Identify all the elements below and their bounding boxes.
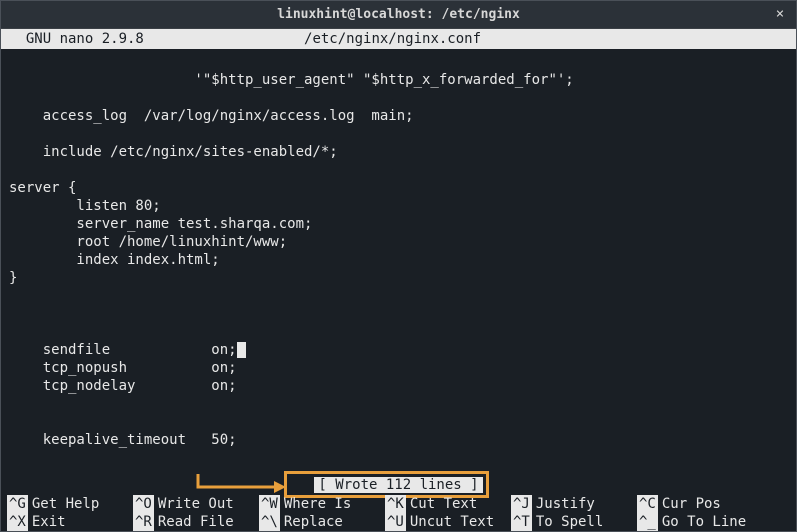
code-line: server_name test.sharqa.com; <box>9 216 312 232</box>
shortcut-key: ^_ <box>637 513 658 531</box>
shortcut-cur-pos[interactable]: ^CCur Pos <box>637 495 763 513</box>
shortcut-key: ^G <box>7 495 28 513</box>
shortcut-label: Where Is <box>284 495 351 513</box>
code-line: tcp_nodelay on; <box>9 378 237 394</box>
close-icon[interactable]: × <box>772 7 788 23</box>
shortcut-label: Replace <box>284 513 343 531</box>
code-line: '"$http_user_agent" "$http_x_forwarded_f… <box>9 72 574 88</box>
shortcut-key: ^R <box>133 513 154 531</box>
shortcut-key: ^C <box>637 495 658 513</box>
shortcut-key: ^O <box>133 495 154 513</box>
code-line: sendfile on; <box>9 342 237 358</box>
shortcut-row-2: ^XExit ^RRead File ^\Replace ^UUncut Tex… <box>1 513 796 531</box>
shortcut-label: Get Help <box>32 495 99 513</box>
shortcut-key: ^\ <box>259 513 280 531</box>
shortcut-label: Exit <box>32 513 66 531</box>
shortcut-to-spell[interactable]: ^TTo Spell <box>511 513 637 531</box>
shortcut-read-file[interactable]: ^RRead File <box>133 513 259 531</box>
code-line: server { <box>9 180 76 196</box>
shortcut-label: Cut Text <box>410 495 477 513</box>
code-line: } <box>9 270 17 286</box>
nano-spacer <box>144 31 304 47</box>
shortcut-label: Write Out <box>158 495 234 513</box>
shortcut-key: ^K <box>385 495 406 513</box>
nano-app-label: GNU nano 2.9.8 <box>9 31 144 47</box>
shortcut-row-1: ^GGet Help ^OWrite Out ^WWhere Is ^KCut … <box>1 495 796 513</box>
shortcut-label: Go To Line <box>662 513 746 531</box>
shortcut-replace[interactable]: ^\Replace <box>259 513 385 531</box>
shortcut-where-is[interactable]: ^WWhere Is <box>259 495 385 513</box>
shortcut-key: ^X <box>7 513 28 531</box>
code-line: include /etc/nginx/sites-enabled/*; <box>9 144 338 160</box>
shortcut-get-help[interactable]: ^GGet Help <box>7 495 133 513</box>
shortcut-label: Uncut Text <box>410 513 494 531</box>
terminal-window: linuxhint@localhost: /etc/nginx × GNU na… <box>0 0 797 532</box>
shortcut-cut-text[interactable]: ^KCut Text <box>385 495 511 513</box>
shortcut-key: ^W <box>259 495 280 513</box>
code-line: listen 80; <box>9 198 161 214</box>
code-line: tcp_nopush on; <box>9 360 237 376</box>
cursor <box>237 342 246 358</box>
shortcut-label: Read File <box>158 513 234 531</box>
code-line: access_log /var/log/nginx/access.log mai… <box>9 108 414 124</box>
shortcut-go-to-line[interactable]: ^_Go To Line <box>637 513 763 531</box>
code-line: index index.html; <box>9 252 220 268</box>
shortcut-write-out[interactable]: ^OWrite Out <box>133 495 259 513</box>
shortcut-key: ^U <box>385 513 406 531</box>
shortcut-exit[interactable]: ^XExit <box>7 513 133 531</box>
shortcut-label: To Spell <box>536 513 603 531</box>
shortcut-label: Cur Pos <box>662 495 721 513</box>
nano-header: GNU nano 2.9.8 /etc/nginx/nginx.conf <box>1 29 796 49</box>
shortcut-uncut-text[interactable]: ^UUncut Text <box>385 513 511 531</box>
shortcut-justify[interactable]: ^JJustify <box>511 495 637 513</box>
status-message: [ Wrote 112 lines ] <box>314 477 482 493</box>
code-line: root /home/linuxhint/www; <box>9 234 287 250</box>
shortcut-key: ^T <box>511 513 532 531</box>
status-line: [ Wrote 112 lines ] <box>1 477 796 493</box>
window-title: linuxhint@localhost: /etc/nginx <box>277 7 520 22</box>
titlebar: linuxhint@localhost: /etc/nginx × <box>1 1 796 29</box>
terminal-area: GNU nano 2.9.8 /etc/nginx/nginx.conf '"$… <box>1 29 796 531</box>
shortcut-label: Justify <box>536 495 595 513</box>
nano-file-path: /etc/nginx/nginx.conf <box>304 31 481 47</box>
code-line: keepalive_timeout 50; <box>9 432 237 448</box>
shortcut-key: ^J <box>511 495 532 513</box>
editor-content[interactable]: '"$http_user_agent" "$http_x_forwarded_f… <box>1 49 796 453</box>
shortcuts-panel: ^GGet Help ^OWrite Out ^WWhere Is ^KCut … <box>1 495 796 531</box>
